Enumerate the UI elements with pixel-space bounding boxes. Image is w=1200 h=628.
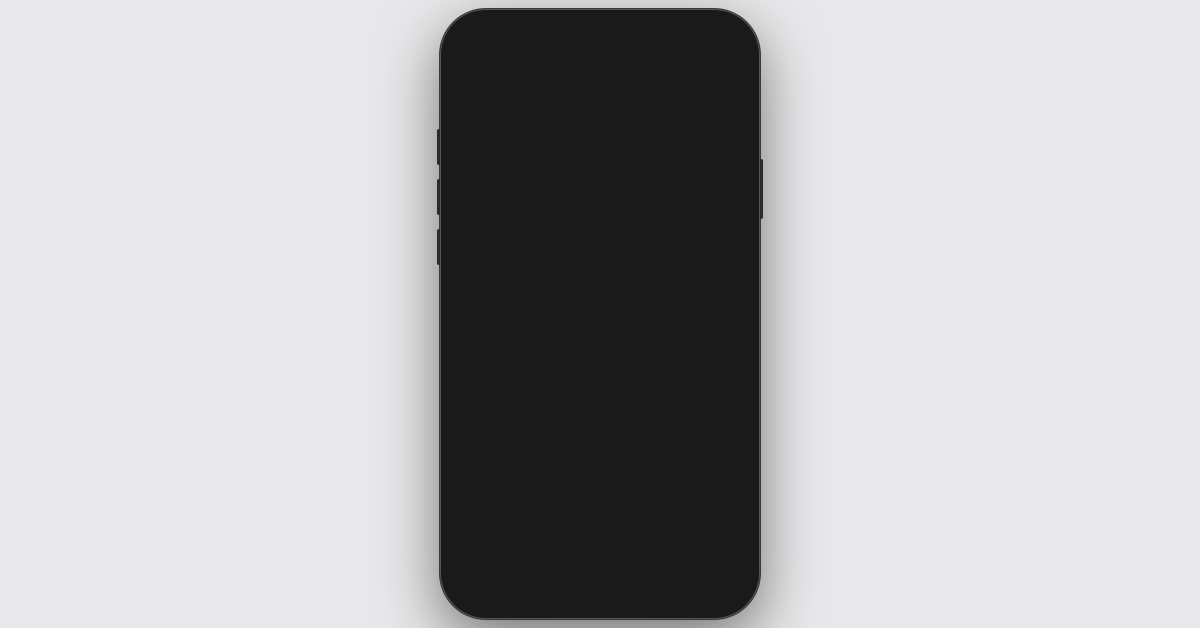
reaction-thumbs-down[interactable]: 👎	[576, 176, 598, 194]
edit-icon: ✏	[689, 530, 702, 550]
reply-icon: ↩	[687, 430, 702, 451]
reply-label: Reply	[498, 432, 536, 449]
copy-label: Copy	[498, 580, 533, 597]
reaction-question[interactable]: ?	[698, 176, 708, 194]
reaction-thumbs-up[interactable]: 👍	[528, 176, 550, 194]
undo-send-label: Undo Send	[498, 482, 573, 499]
reaction-haha[interactable]: HAHA	[624, 173, 638, 197]
reaction-heart[interactable]: ♥	[492, 176, 503, 194]
undo-send-icon: ↺	[687, 480, 702, 501]
reaction-bar: ♥ 👍 👎 HAHA ‼ ?	[478, 165, 722, 205]
phone-screen: Delivered ♥ 👍 👎 HAHA ‼ ? Hi lamb chop, i…	[448, 17, 752, 611]
menu-item-edit[interactable]: Edit ✏	[480, 516, 720, 565]
menu-item-undo-send[interactable]: Undo Send ↺	[480, 466, 720, 516]
edit-label: Edit	[498, 532, 524, 549]
menu-item-copy[interactable]: Copy ⧉	[480, 565, 720, 611]
context-menu: Reply ↩ Undo Send ↺ Edit ✏ Copy ⧉	[480, 416, 720, 611]
copy-icon: ⧉	[691, 579, 702, 597]
menu-item-reply[interactable]: Reply ↩	[480, 416, 720, 466]
dynamic-island	[555, 29, 645, 55]
reaction-emphasize[interactable]: ‼	[664, 176, 673, 194]
phone-container: Delivered ♥ 👍 👎 HAHA ‼ ? Hi lamb chop, i…	[440, 9, 760, 619]
